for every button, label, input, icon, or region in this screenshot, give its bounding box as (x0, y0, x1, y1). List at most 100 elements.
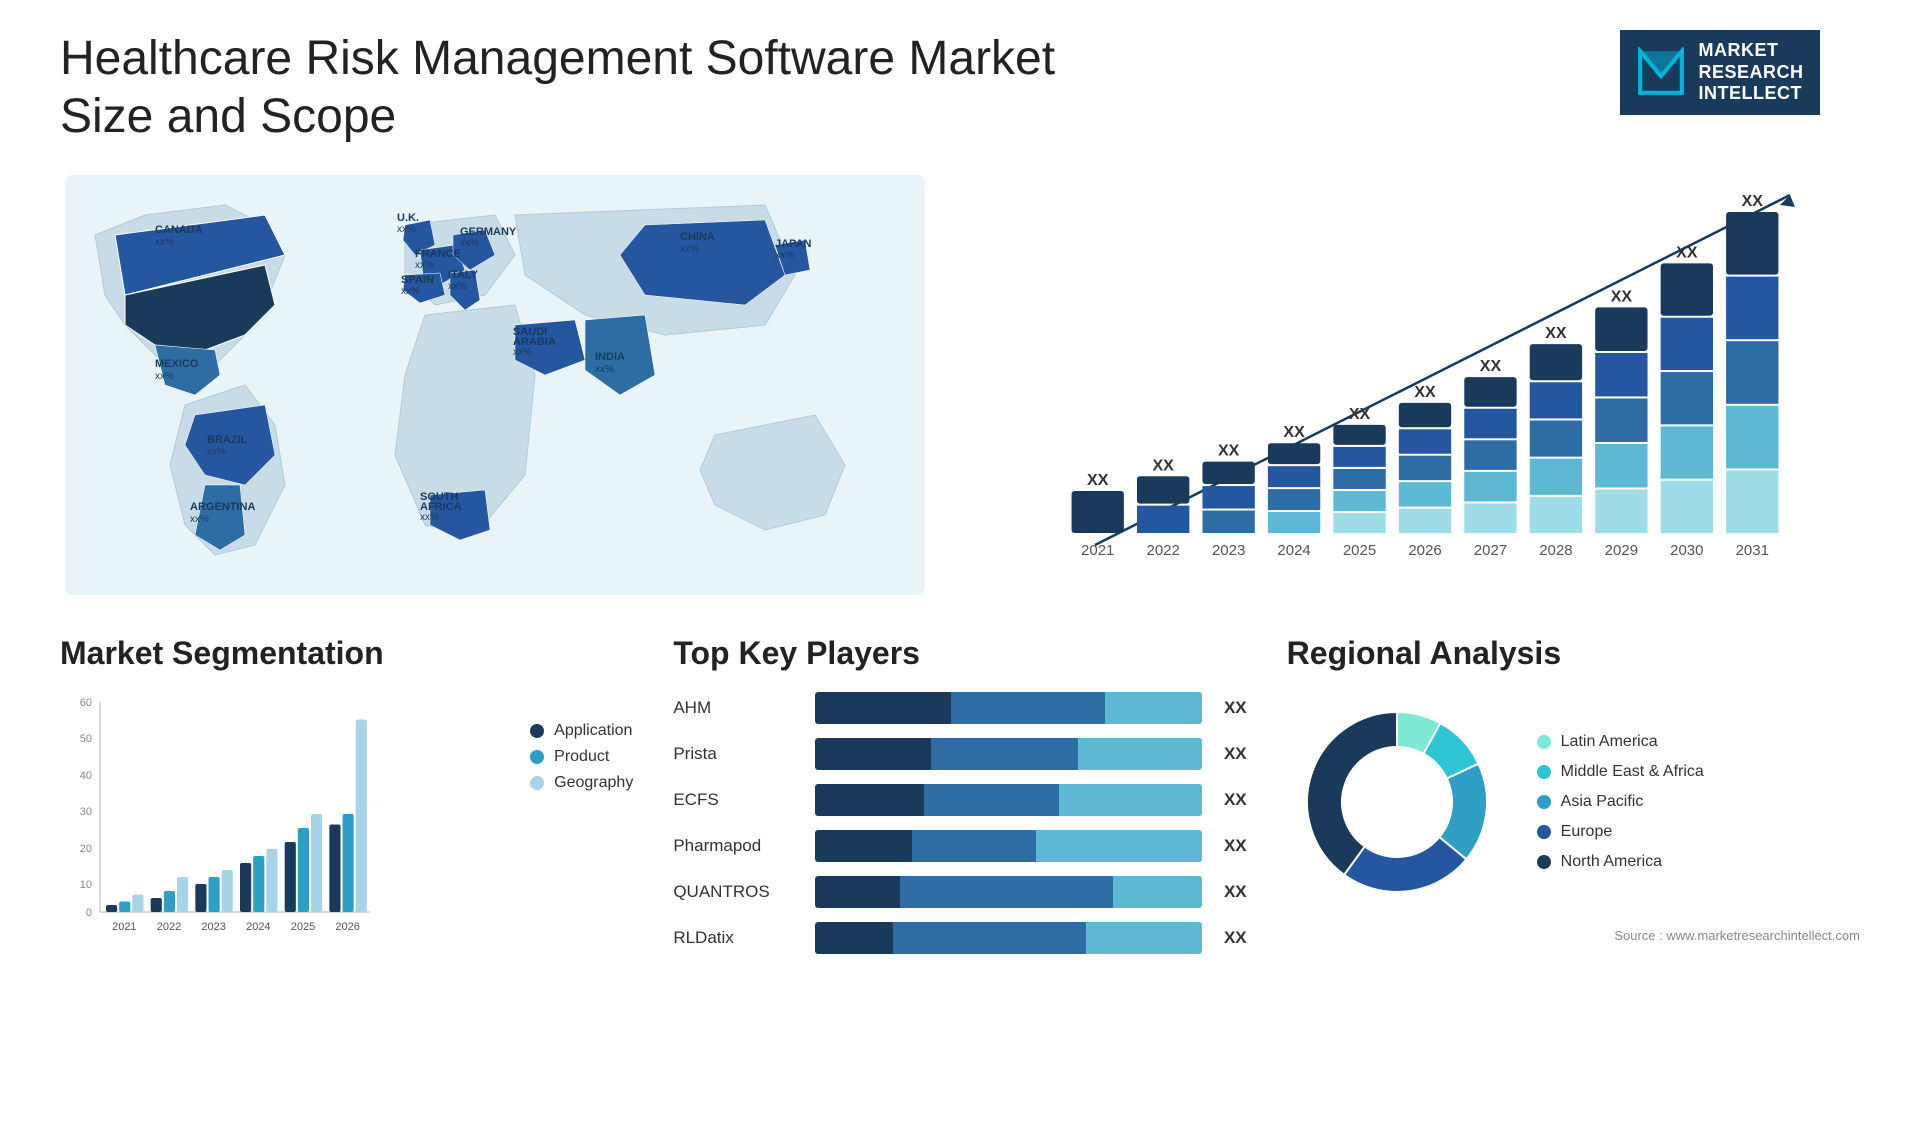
player-bar-bg (815, 830, 1202, 862)
player-value: XX (1224, 928, 1247, 948)
regional-legend-label: North America (1561, 853, 1662, 871)
logo-text: MARKET RESEARCH INTELLECT (1698, 40, 1803, 105)
svg-text:BRAZIL: BRAZIL (207, 434, 248, 446)
players-list: AHMXXPristaXXECFSXXPharmapodXXQUANTROSXX… (673, 692, 1246, 954)
svg-text:XX: XX (1480, 358, 1502, 375)
svg-text:10: 10 (80, 879, 92, 891)
regional-legend-dot (1537, 735, 1551, 749)
application-dot (530, 724, 544, 738)
bar-chart-svg: XX 2021 XX 2022 XX 2023 XX 2024 XX 2025 XX 2026 XX 20… (990, 175, 1860, 595)
svg-text:2024: 2024 (246, 921, 270, 933)
svg-text:2027: 2027 (1474, 542, 1507, 559)
source-text: Source : www.marketresearchintellect.com (1614, 928, 1860, 943)
svg-text:xx%: xx% (595, 364, 614, 375)
logo-box: MARKET RESEARCH INTELLECT (1620, 30, 1819, 115)
svg-text:2022: 2022 (1146, 542, 1179, 559)
svg-text:2023: 2023 (1212, 542, 1245, 559)
legend-application: Application (530, 722, 633, 740)
svg-text:INDIA: INDIA (595, 351, 625, 363)
player-bar-container (815, 830, 1202, 862)
svg-text:U.K.: U.K. (397, 212, 419, 224)
svg-text:SPAIN: SPAIN (401, 274, 434, 286)
bottom-grid: Market Segmentation 60 50 40 30 20 10 (60, 635, 1860, 957)
svg-text:2025: 2025 (1343, 542, 1376, 559)
svg-text:xx%: xx% (775, 250, 794, 261)
svg-text:2021: 2021 (1081, 542, 1114, 559)
player-bar-bg (815, 876, 1202, 908)
player-name: QUANTROS (673, 882, 803, 902)
regional-legend-item: North America (1537, 853, 1704, 871)
player-value: XX (1224, 698, 1247, 718)
map-svg: CANADA xx% U.S. xx% MEXICO xx% BRAZIL xx… (60, 175, 930, 595)
svg-text:xx%: xx% (207, 447, 226, 458)
regional-legend-item: Asia Pacific (1537, 793, 1704, 811)
svg-text:2031: 2031 (1736, 542, 1769, 559)
page-title: Healthcare Risk Management Software Mark… (60, 30, 1160, 145)
svg-text:2030: 2030 (1670, 542, 1703, 559)
svg-text:xx%: xx% (401, 286, 420, 297)
regional-legend-label: Latin America (1561, 733, 1658, 751)
svg-text:XX: XX (1349, 406, 1371, 423)
svg-text:XX: XX (1283, 424, 1305, 441)
svg-text:xx%: xx% (155, 237, 174, 248)
player-value: XX (1224, 882, 1247, 902)
svg-text:U.S.: U.S. (170, 294, 191, 306)
svg-text:2028: 2028 (1539, 542, 1572, 559)
svg-text:60: 60 (80, 697, 92, 709)
svg-text:XX: XX (1218, 443, 1240, 460)
regional-legend-dot (1537, 795, 1551, 809)
svg-text:2026: 2026 (1408, 542, 1441, 559)
player-name: Pharmapod (673, 836, 803, 856)
player-row: RLDatix XX (673, 922, 1246, 954)
svg-text:2024: 2024 (1277, 542, 1310, 559)
svg-text:CANADA: CANADA (155, 224, 203, 236)
svg-text:MEXICO: MEXICO (155, 358, 199, 370)
player-value: XX (1224, 744, 1247, 764)
svg-text:FRANCE: FRANCE (415, 248, 461, 260)
regional-legend-item: Middle East & Africa (1537, 763, 1704, 781)
svg-text:xx%: xx% (415, 260, 434, 271)
player-value: XX (1224, 836, 1247, 856)
page-container: Healthcare Risk Management Software Mark… (0, 0, 1920, 1146)
segmentation-chart: 60 50 40 30 20 10 0 20212022202320242025… (60, 692, 380, 952)
svg-text:2021: 2021 (112, 921, 136, 933)
geography-dot (530, 776, 544, 790)
svg-text:XX: XX (1087, 472, 1109, 489)
player-value: XX (1224, 790, 1247, 810)
svg-text:XX: XX (1153, 457, 1175, 474)
legend-product: Product (530, 748, 633, 766)
svg-text:XX: XX (1676, 245, 1698, 262)
svg-text:40: 40 (80, 770, 92, 782)
player-bar-bg (815, 784, 1202, 816)
logo-container: MARKET RESEARCH INTELLECT (1580, 30, 1860, 115)
player-name: ECFS (673, 790, 803, 810)
header: Healthcare Risk Management Software Mark… (60, 30, 1860, 145)
player-bar-bg (815, 738, 1202, 770)
player-row: ECFS XX (673, 784, 1246, 816)
player-bar-container (815, 738, 1202, 770)
legend-geography: Geography (530, 774, 633, 792)
svg-text:xx%: xx% (170, 307, 189, 318)
svg-text:50: 50 (80, 733, 92, 745)
svg-text:0: 0 (86, 907, 92, 919)
svg-text:xx%: xx% (155, 371, 174, 382)
svg-text:ARGENTINA: ARGENTINA (190, 501, 255, 513)
svg-text:xx%: xx% (397, 224, 416, 235)
player-name: RLDatix (673, 928, 803, 948)
svg-text:xx%: xx% (420, 512, 439, 523)
svg-text:30: 30 (80, 806, 92, 818)
svg-text:2022: 2022 (157, 921, 181, 933)
svg-text:XX: XX (1545, 325, 1567, 342)
svg-text:2029: 2029 (1605, 542, 1638, 559)
svg-text:20: 20 (80, 843, 92, 855)
regional-legend-label: Middle East & Africa (1561, 763, 1704, 781)
donut-svg (1287, 692, 1507, 912)
svg-text:XX: XX (1742, 193, 1764, 210)
regional-legend-dot (1537, 765, 1551, 779)
svg-text:xx%: xx% (448, 281, 467, 292)
player-bar-container (815, 922, 1202, 954)
regional-content: Latin America Middle East & Africa Asia Pa… (1287, 692, 1860, 912)
regional-legend-label: Europe (1561, 823, 1613, 841)
regional-section: Regional Analysis Latin AmericaMiddle Ea… (1287, 635, 1860, 957)
players-section: Top Key Players AHMXXPristaXXECFSXXPharm… (673, 635, 1246, 957)
